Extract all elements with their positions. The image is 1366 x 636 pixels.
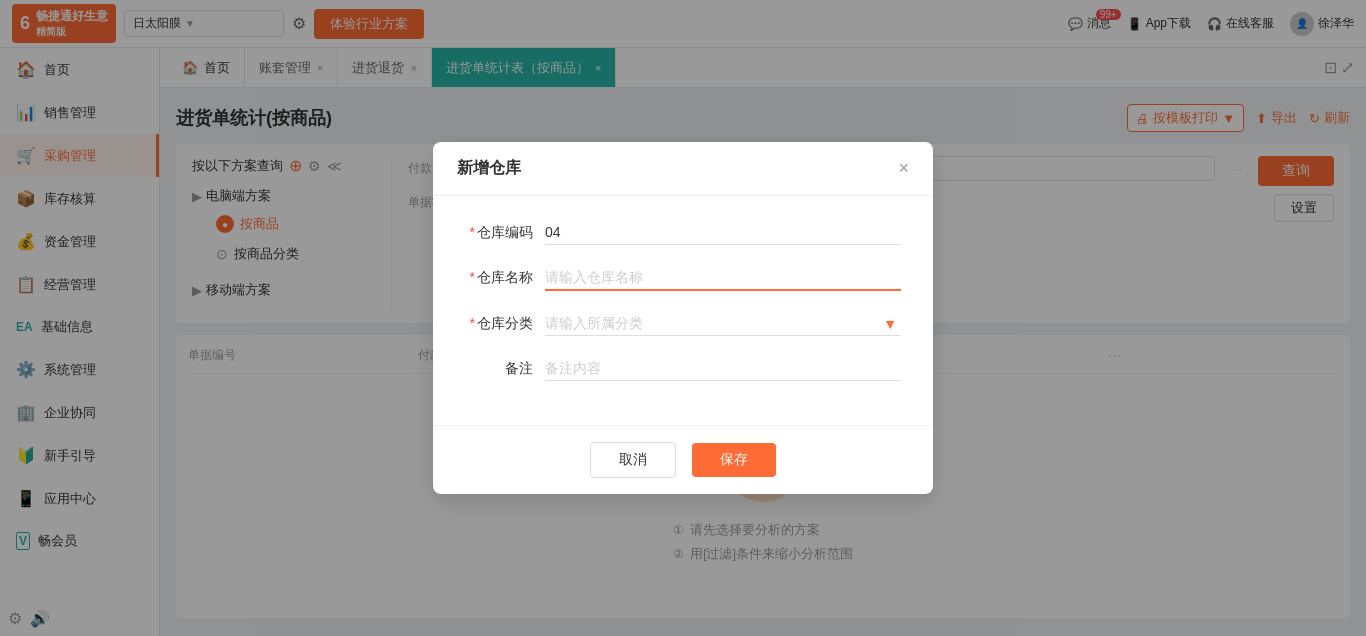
name-label: 仓库名称	[465, 269, 545, 287]
cancel-button[interactable]: 取消	[590, 442, 676, 478]
save-button[interactable]: 保存	[692, 443, 776, 477]
remark-label: 备注	[465, 360, 545, 378]
code-input[interactable]	[545, 220, 901, 245]
remark-input[interactable]	[545, 356, 901, 381]
modal-add-warehouse: 新增仓库 × 仓库编码 仓库名称 仓库分类 请输入所属分类 ▼	[433, 142, 933, 494]
form-row-name: 仓库名称	[465, 265, 901, 291]
code-label: 仓库编码	[465, 224, 545, 242]
modal-close-button[interactable]: ×	[898, 158, 909, 179]
modal-title: 新增仓库	[457, 158, 521, 179]
category-form-label: 仓库分类	[465, 315, 545, 333]
modal-body: 仓库编码 仓库名称 仓库分类 请输入所属分类 ▼ 备注	[433, 196, 933, 425]
form-row-remark: 备注	[465, 356, 901, 381]
modal-footer: 取消 保存	[433, 425, 933, 494]
category-select-wrapper: 请输入所属分类 ▼	[545, 311, 901, 336]
modal-header: 新增仓库 ×	[433, 142, 933, 196]
category-select[interactable]: 请输入所属分类	[545, 311, 901, 336]
form-row-category: 仓库分类 请输入所属分类 ▼	[465, 311, 901, 336]
modal-overlay[interactable]: 新增仓库 × 仓库编码 仓库名称 仓库分类 请输入所属分类 ▼	[0, 0, 1366, 636]
form-row-code: 仓库编码	[465, 220, 901, 245]
name-input[interactable]	[545, 265, 901, 291]
